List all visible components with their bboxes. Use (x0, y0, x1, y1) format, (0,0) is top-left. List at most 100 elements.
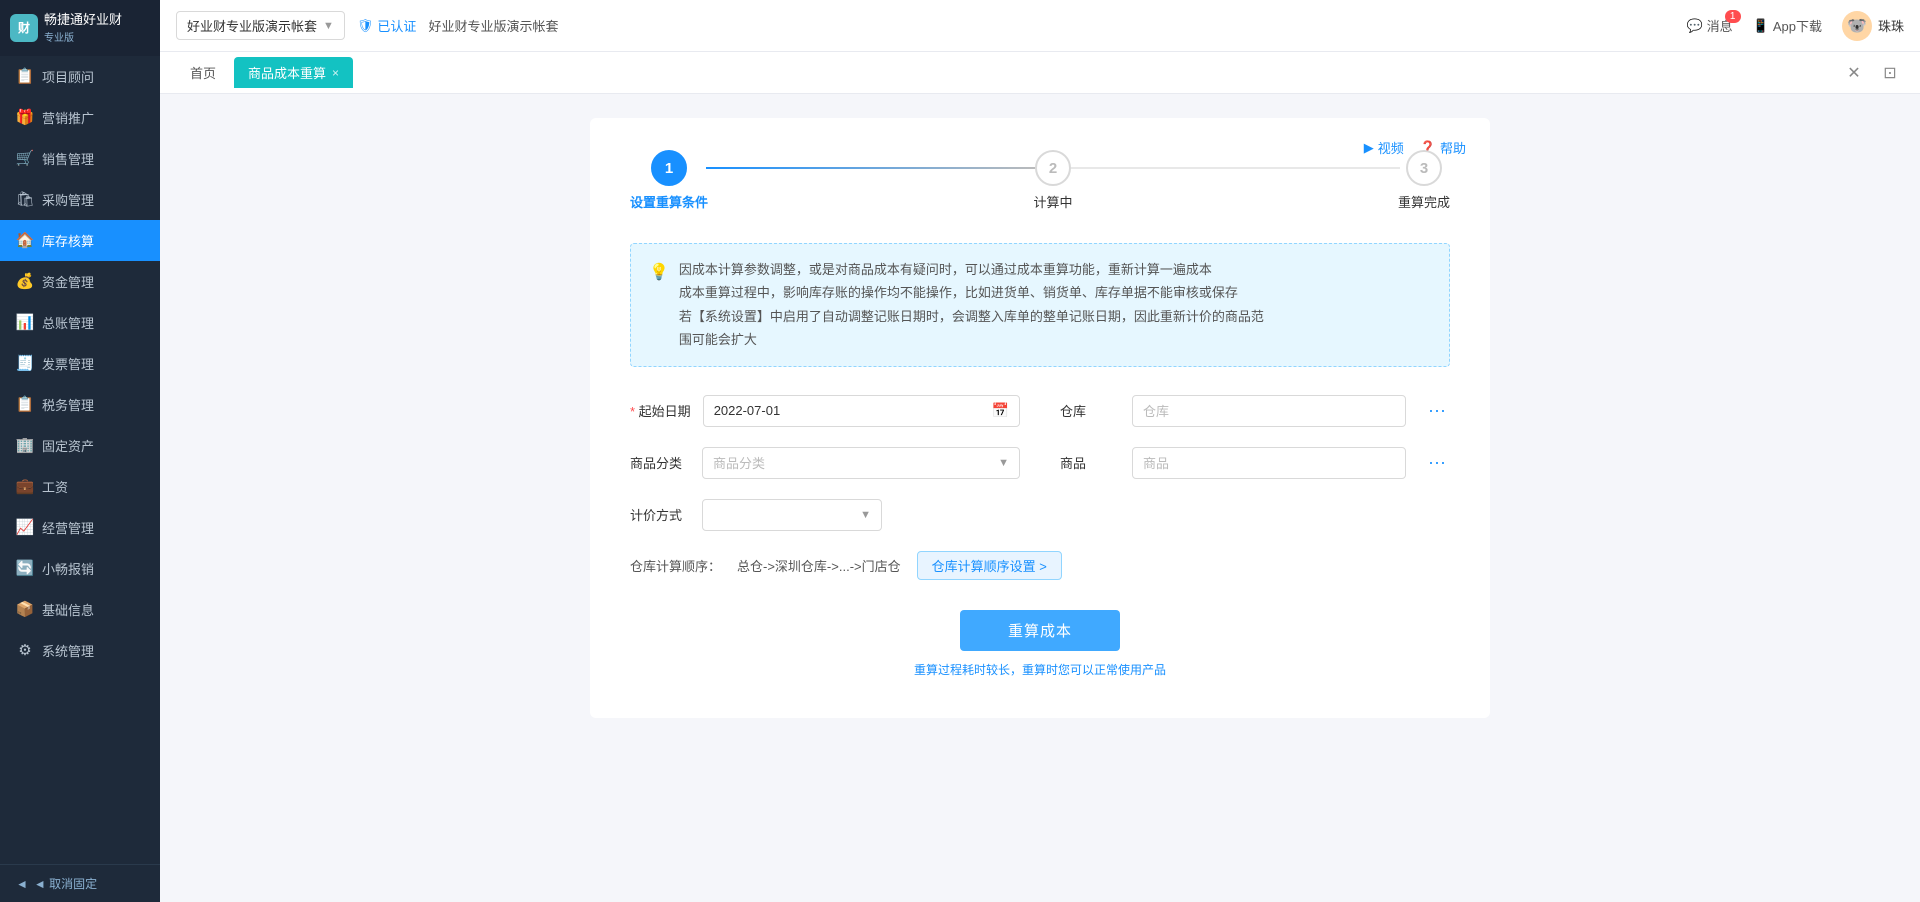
tab-home[interactable]: 首页 (176, 57, 230, 88)
sidebar-item-label: 固定资产 (42, 436, 94, 455)
sidebar-logo: 财 畅捷通好业财 专业版 (0, 0, 160, 56)
messages-badge: 1 (1725, 10, 1741, 23)
expand-window-button[interactable]: ⊡ (1876, 59, 1904, 87)
sidebar-item-system[interactable]: ⚙ 系统管理 (0, 630, 160, 671)
sidebar-nav: 📋 项目顾问 🎁 营销推广 🛒 销售管理 🛍 采购管理 🏠 库存核算 💰 资金管… (0, 56, 160, 864)
sales-icon: 🛒 (16, 149, 34, 167)
sidebar-item-marketing[interactable]: 🎁 营销推广 (0, 97, 160, 138)
warehouse-placeholder: 仓库 (1143, 401, 1395, 420)
tax-icon: 📋 (16, 395, 34, 413)
goods-input[interactable]: 商品 (1132, 447, 1406, 479)
operations-icon: 📈 (16, 518, 34, 536)
content-area: ▶ 视频 ❓ 帮助 1 设置重算条件 (160, 94, 1920, 902)
salary-icon: 💼 (16, 477, 34, 495)
basic-icon: 📦 (16, 600, 34, 618)
calc-order-settings-button[interactable]: 仓库计算顺序设置 > (917, 551, 1062, 580)
calc-order-label: 仓库计算顺序： (630, 556, 721, 575)
sidebar-item-label: 库存核算 (42, 231, 94, 250)
recalc-section: 重算成本 重算过程耗时较长，重算时您可以正常使用产品 (630, 610, 1450, 678)
logo-badge: 专业版 (44, 29, 122, 44)
sidebar-item-accounting[interactable]: 📊 总账管理 (0, 302, 160, 343)
user-profile[interactable]: 🐨 珠珠 (1842, 11, 1904, 41)
category-select[interactable]: 商品分类 ▼ (702, 447, 1020, 479)
form-row-2: 商品分类 商品分类 ▼ 商品 商品 ··· (630, 447, 1450, 479)
sidebar-item-basic[interactable]: 📦 基础信息 (0, 589, 160, 630)
notice-line4: 围可能会扩大 (679, 328, 1264, 351)
warehouse-input[interactable]: 仓库 (1132, 395, 1406, 427)
sidebar: 财 畅捷通好业财 专业版 📋 项目顾问 🎁 营销推广 🛒 销售管理 🛍 采购管理… (0, 0, 160, 902)
goods-field: 商品 商品 ··· (1060, 447, 1450, 479)
step-1-label: 设置重算条件 (630, 192, 708, 211)
pricing-select[interactable]: ▼ (702, 499, 882, 531)
step-3: 3 重算完成 (1398, 150, 1450, 211)
category-placeholder: 商品分类 (713, 453, 765, 472)
sidebar-item-label: 税务管理 (42, 395, 94, 414)
pricing-label: 计价方式 (630, 505, 690, 524)
recalc-button[interactable]: 重算成本 (960, 610, 1120, 651)
step-2: 2 计算中 (1034, 150, 1073, 211)
sidebar-item-expense[interactable]: 🔄 小畅报销 (0, 548, 160, 589)
sidebar-item-sales[interactable]: 🛒 销售管理 (0, 138, 160, 179)
step-2-circle: 2 (1035, 150, 1071, 186)
chevron-down-icon: ▼ (998, 457, 1009, 469)
step-2-num: 2 (1049, 160, 1057, 177)
tab-close-icon[interactable]: × (332, 66, 339, 80)
goods-more-icon[interactable]: ··· (1424, 452, 1450, 473)
form-row-1: 起始日期 2022-07-01 📅 仓库 仓库 ··· (630, 395, 1450, 427)
main-wrapper: 好业财专业版演示帐套 ▼ 🛡 已认证 好业财专业版演示帐套 💬 消息 1 📱 A… (160, 0, 1920, 902)
topbar-right: 💬 消息 1 📱 App下载 🐨 珠珠 (1686, 11, 1904, 41)
category-field: 商品分类 商品分类 ▼ (630, 447, 1020, 479)
system-icon: ⚙ (16, 641, 34, 659)
start-date-value: 2022-07-01 (714, 403, 984, 418)
sidebar-item-invoice[interactable]: 🧾 发票管理 (0, 343, 160, 384)
step-1-circle: 1 (651, 150, 687, 186)
warehouse-field: 仓库 仓库 ··· (1060, 395, 1450, 427)
tabbar: 首页 商品成本重算 × ✕ ⊡ (160, 52, 1920, 94)
shield-icon: 🛡 (357, 18, 374, 34)
company-name: 好业财专业版演示帐套 (428, 16, 558, 35)
sidebar-item-operations[interactable]: 📈 经营管理 (0, 507, 160, 548)
invoice-icon: 🧾 (16, 354, 34, 372)
messages-button[interactable]: 💬 消息 1 (1686, 16, 1732, 35)
calendar-icon: 📅 (992, 402, 1009, 419)
sidebar-item-finance[interactable]: 💰 资金管理 (0, 261, 160, 302)
notice-box: 💡 因成本计算参数调整，或是对商品成本有疑问时，可以通过成本重算功能，重新计算一… (630, 243, 1450, 367)
sidebar-item-label: 经营管理 (42, 518, 94, 537)
calc-order-value: 总仓->深圳仓库->...->门店仓 (737, 556, 901, 575)
sidebar-item-salary[interactable]: 💼 工资 (0, 466, 160, 507)
sidebar-pin-toggle[interactable]: ◄ ◄ 取消固定 (0, 864, 160, 902)
recalc-label: 重算成本 (1008, 623, 1072, 640)
sidebar-item-label: 基础信息 (42, 600, 94, 619)
goods-placeholder: 商品 (1143, 453, 1395, 472)
sidebar-item-label: 总账管理 (42, 313, 94, 332)
sidebar-item-label: 销售管理 (42, 149, 94, 168)
sidebar-item-inventory[interactable]: 🏠 库存核算 (0, 220, 160, 261)
step-3-num: 3 (1420, 160, 1428, 177)
tab-recalc[interactable]: 商品成本重算 × (234, 57, 353, 88)
sidebar-item-label: 采购管理 (42, 190, 94, 209)
expense-icon: 🔄 (16, 559, 34, 577)
sidebar-item-tax[interactable]: 📋 税务管理 (0, 384, 160, 425)
sidebar-item-label: 项目顾问 (42, 67, 94, 86)
account-select-label: 好业财专业版演示帐套 (187, 16, 317, 35)
close-window-button[interactable]: ✕ (1840, 59, 1868, 87)
warehouse-more-icon[interactable]: ··· (1424, 400, 1450, 421)
sidebar-item-project[interactable]: 📋 项目顾问 (0, 56, 160, 97)
start-date-input[interactable]: 2022-07-01 📅 (703, 395, 1020, 427)
chevron-down-icon: ▼ (323, 20, 334, 32)
account-select[interactable]: 好业财专业版演示帐套 ▼ (176, 11, 345, 40)
app-download-button[interactable]: 📱 App下载 (1753, 16, 1822, 35)
logo-text-block: 畅捷通好业财 专业版 (44, 12, 122, 44)
marketing-icon: 🎁 (16, 108, 34, 126)
calc-order-btn-label: 仓库计算顺序设置 > (932, 556, 1047, 575)
step-3-label: 重算完成 (1398, 192, 1450, 211)
tab-home-label: 首页 (190, 63, 216, 82)
steps: 1 设置重算条件 2 计算中 3 重算完成 (630, 150, 1450, 211)
logo-app-name: 畅捷通好业财 (44, 12, 122, 29)
sidebar-item-purchase[interactable]: 🛍 采购管理 (0, 179, 160, 220)
step-2-label: 计算中 (1034, 192, 1073, 211)
info-icon: 💡 (649, 259, 669, 352)
sidebar-item-assets[interactable]: 🏢 固定资产 (0, 425, 160, 466)
user-name: 珠珠 (1878, 16, 1904, 35)
sidebar-item-label: 资金管理 (42, 272, 94, 291)
